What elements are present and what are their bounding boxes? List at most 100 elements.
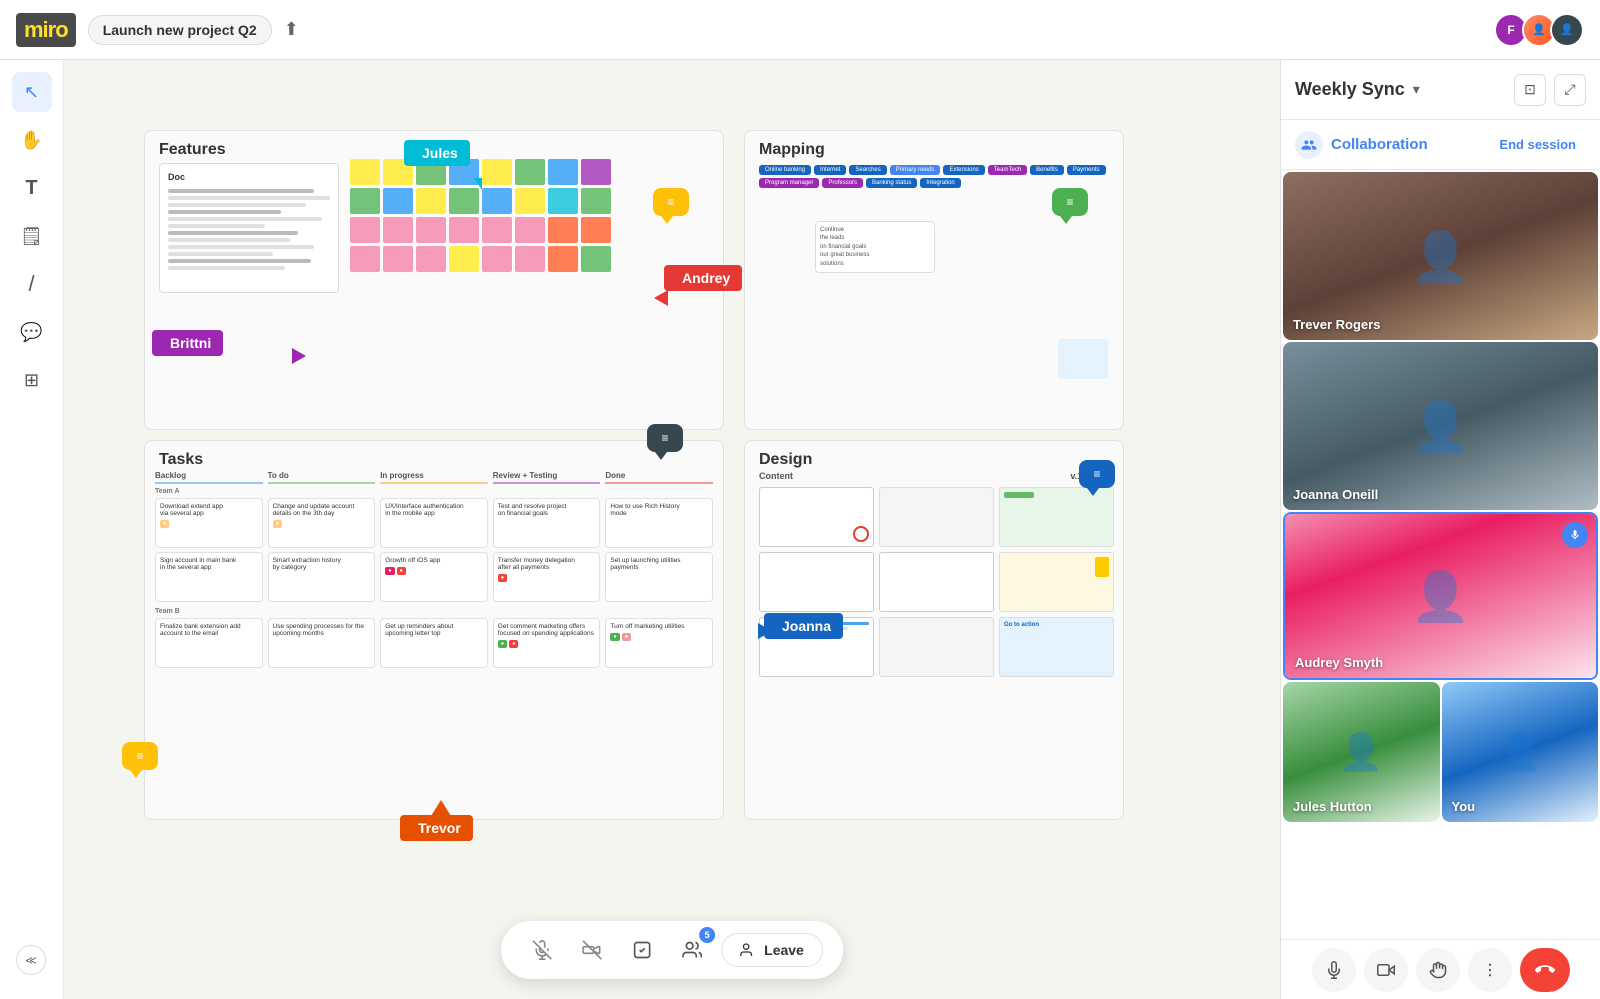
design-frame-5 bbox=[879, 552, 994, 612]
call-more-button[interactable] bbox=[1468, 948, 1512, 992]
call-video-button[interactable] bbox=[1364, 948, 1408, 992]
end-call-button[interactable] bbox=[1520, 948, 1570, 992]
session-dropdown-arrow[interactable]: ▾ bbox=[1413, 81, 1420, 98]
line-tool[interactable]: / bbox=[12, 264, 52, 304]
kanban-row-2: Sign account in main bankin the several … bbox=[155, 552, 713, 602]
call-mic-button[interactable] bbox=[1312, 948, 1356, 992]
panel-icons: ⊡ ⤢ bbox=[1514, 74, 1586, 106]
video-button[interactable] bbox=[571, 929, 613, 971]
board-section-features: Features Doc bbox=[144, 130, 724, 430]
session-title: Weekly Sync bbox=[1295, 79, 1405, 100]
cursor-arrow-joanna bbox=[758, 623, 772, 639]
design-frame-8 bbox=[879, 617, 994, 677]
person-joanna: 👤 bbox=[1283, 342, 1598, 510]
people-button[interactable]: 5 bbox=[671, 929, 713, 971]
tile-bg-joanna: 👤 bbox=[1283, 342, 1598, 510]
card-tag-pink: ● bbox=[385, 567, 394, 575]
collapse-toolbar-button[interactable]: ≪ bbox=[16, 945, 46, 975]
video-grid: 👤 Trever Rogers 👤 Joanna Oneill 👤 Audrey… bbox=[1281, 170, 1600, 939]
card-review-2: Transfer money delegationafter all payme… bbox=[493, 552, 601, 602]
design-label: Design bbox=[745, 441, 1123, 475]
chat-icon-2: ≡ bbox=[1066, 195, 1073, 209]
cursor-tool[interactable]: ↖ bbox=[12, 72, 52, 112]
person-trever: 👤 bbox=[1283, 172, 1598, 340]
hand-tool[interactable]: ✋ bbox=[12, 120, 52, 160]
card-b-todo: Use spending processes for the upcoming … bbox=[268, 618, 376, 668]
map-node-12: Integration bbox=[920, 178, 960, 188]
miro-logo: miro bbox=[16, 13, 76, 47]
card-tag-orange: ● bbox=[160, 520, 169, 528]
card-todo-1: Change and update accountdetails on the … bbox=[268, 498, 376, 548]
tile-name-jules: Jules Hutton bbox=[1293, 799, 1372, 814]
map-node-5: Extensions bbox=[943, 165, 984, 175]
tile-name-joanna: Joanna Oneill bbox=[1293, 487, 1378, 502]
bottom-toolbar: 5 Leave bbox=[501, 921, 843, 979]
design-frame-6 bbox=[999, 552, 1114, 612]
map-node-4: Primary needs bbox=[890, 165, 941, 175]
map-node-11: Banking status bbox=[866, 178, 917, 188]
video-tile-trever: 👤 Trever Rogers bbox=[1283, 172, 1598, 340]
card-inprogress-1: UX/Interface authenticationin the mobile… bbox=[380, 498, 488, 548]
card-tag-red: ● bbox=[397, 567, 406, 575]
panel-icon-grid[interactable]: ⊡ bbox=[1514, 74, 1546, 106]
upload-button[interactable]: ⬆ bbox=[284, 19, 299, 40]
board-canvas[interactable]: Features Doc bbox=[64, 60, 1280, 999]
card-tag-yellow: ● bbox=[273, 520, 282, 528]
collaboration-label: Collaboration bbox=[1331, 136, 1428, 153]
avatar-group: F 👤 👤 bbox=[1494, 13, 1584, 47]
collaboration-icon bbox=[1295, 131, 1323, 159]
chat-bubble-1[interactable]: ≡ bbox=[653, 188, 689, 216]
cursor-joanna: Joanna bbox=[764, 613, 843, 639]
card-tag-pink-2: ● bbox=[622, 633, 631, 641]
people-count-badge: 5 bbox=[699, 927, 715, 943]
leave-button[interactable]: Leave bbox=[721, 933, 823, 967]
card-b-backlog: Finalize bank extension add account to t… bbox=[155, 618, 263, 668]
cursor-arrow-andrey bbox=[654, 290, 668, 306]
text-tool[interactable]: T bbox=[12, 168, 52, 208]
map-node-3: Searches bbox=[849, 165, 886, 175]
design-frame-3 bbox=[999, 487, 1114, 547]
doc-title: Doc bbox=[168, 172, 330, 182]
tasks-label: Tasks bbox=[145, 441, 723, 475]
video-tile-joanna: 👤 Joanna Oneill bbox=[1283, 342, 1598, 510]
kanban-col-review: Review + Testing bbox=[493, 471, 601, 484]
map-sticky bbox=[1058, 339, 1108, 379]
tile-name-you: You bbox=[1452, 799, 1476, 814]
sticky-note-tool[interactable]: 🗒 bbox=[12, 216, 52, 256]
tile-bg-trever: 👤 bbox=[1283, 172, 1598, 340]
card-b-done: Turn off marketing utilities ● ● bbox=[605, 618, 713, 668]
kanban-col-inprogress: In progress bbox=[380, 471, 488, 484]
team-a-label: Team A bbox=[155, 488, 713, 495]
design-frame-4 bbox=[759, 552, 874, 612]
frame-tool[interactable]: ⊞ bbox=[12, 360, 52, 400]
mute-button[interactable] bbox=[521, 929, 563, 971]
chat-bubble-4[interactable]: ≡ bbox=[1079, 460, 1115, 488]
card-review-1: Test and resolve projecton financial goa… bbox=[493, 498, 601, 548]
card-backlog-2: Sign account in main bankin the several … bbox=[155, 552, 263, 602]
chat-bubble-2[interactable]: ≡ bbox=[1052, 188, 1088, 216]
tile-name-audrey: Audrey Smyth bbox=[1295, 655, 1383, 670]
card-todo-2: Smart extraction historyby category bbox=[268, 552, 376, 602]
design-frame-1 bbox=[759, 487, 874, 547]
card-tag-red-3: ● bbox=[509, 640, 518, 648]
card-b-inprogress: Get up reminders about upcoming letter t… bbox=[380, 618, 488, 668]
chat-bubble-3[interactable]: ≡ bbox=[647, 424, 683, 452]
design-versions: Content v.1 v.2 bbox=[755, 471, 1118, 481]
comment-tool[interactable]: 💬 bbox=[12, 312, 52, 352]
kanban-row-3: Finalize bank extension add account to t… bbox=[155, 618, 713, 668]
doc-preview: Doc bbox=[159, 163, 339, 293]
project-title[interactable]: Launch new project Q2 bbox=[88, 15, 272, 45]
kanban-board: Backlog To do In progress Review + Testi… bbox=[155, 471, 713, 809]
panel-nav: Collaboration End session bbox=[1281, 120, 1600, 170]
call-hand-button[interactable] bbox=[1416, 948, 1460, 992]
chat-bubble-5[interactable]: ≡ bbox=[122, 742, 158, 770]
tile-bg-audrey: 👤 bbox=[1285, 514, 1596, 678]
card-tag-red-2: ● bbox=[498, 574, 507, 582]
card-done-2: Set up launching utilitiespayments bbox=[605, 552, 713, 602]
end-session-button[interactable]: End session bbox=[1489, 131, 1586, 158]
board-section-mapping: Mapping Online banking Internet Searches… bbox=[744, 130, 1124, 430]
panel-icon-expand[interactable]: ⤢ bbox=[1554, 74, 1586, 106]
share-button[interactable] bbox=[621, 929, 663, 971]
mapping-label: Mapping bbox=[745, 131, 1123, 165]
avatar-3[interactable]: 👤 bbox=[1550, 13, 1584, 47]
